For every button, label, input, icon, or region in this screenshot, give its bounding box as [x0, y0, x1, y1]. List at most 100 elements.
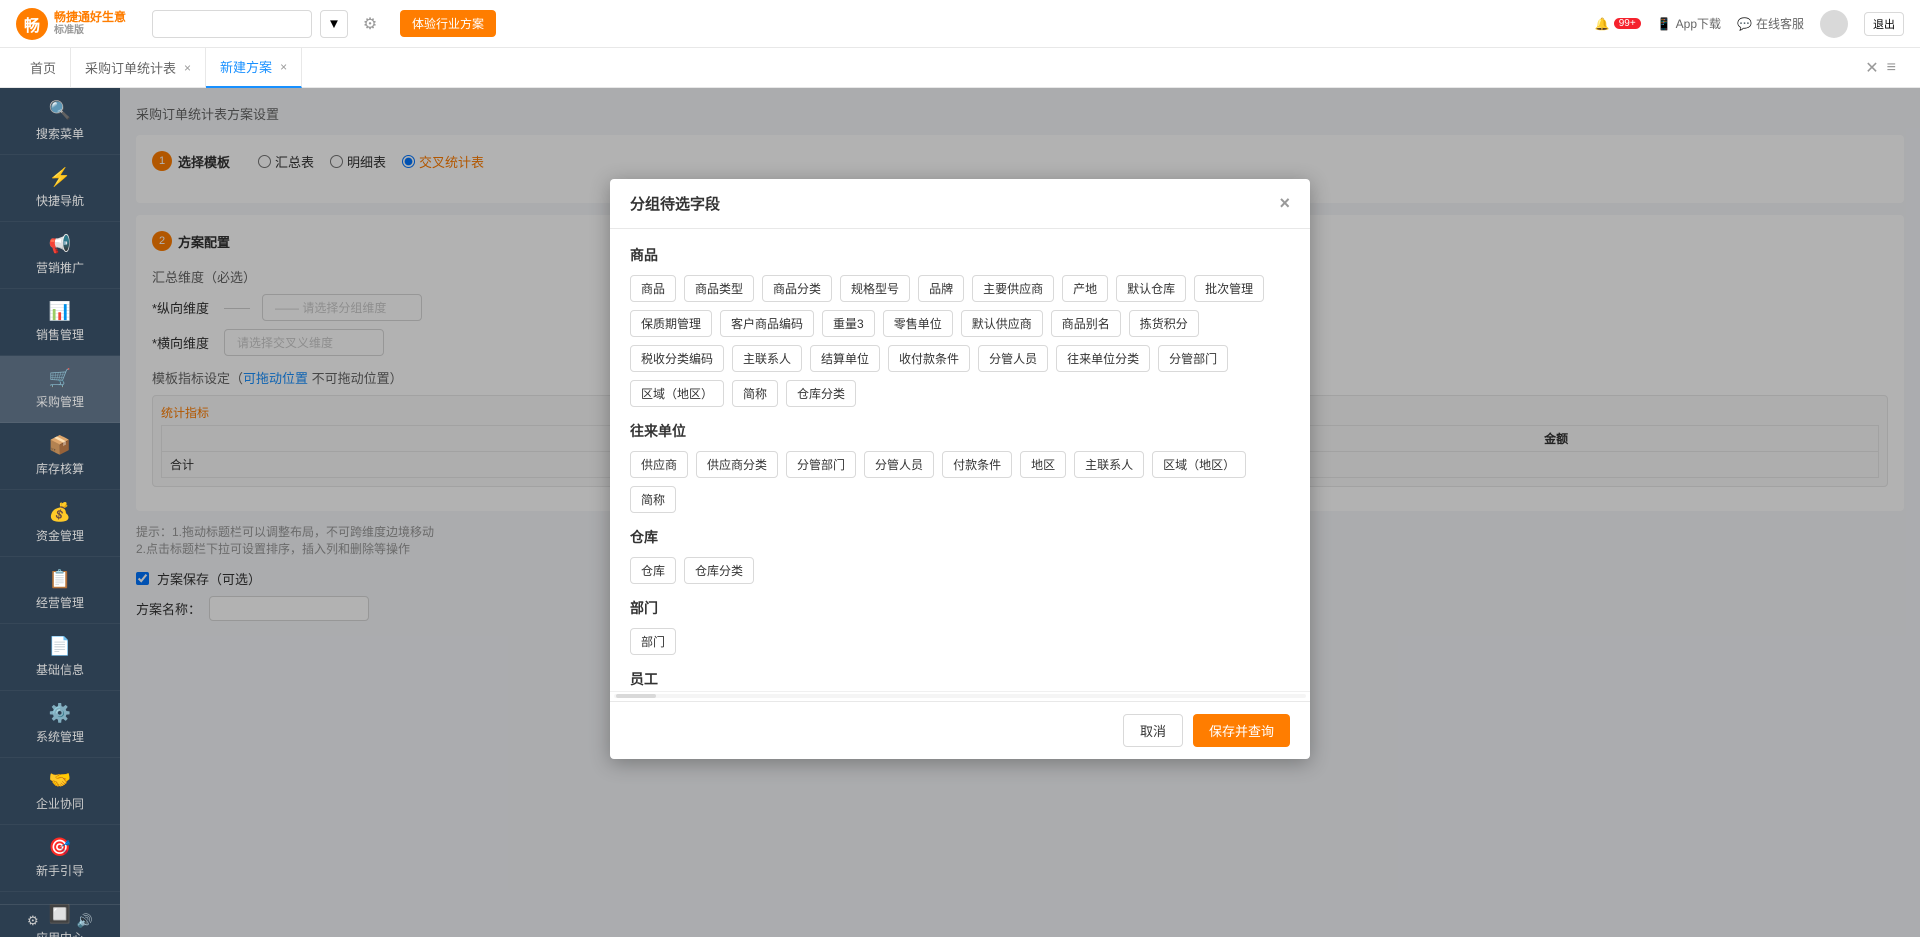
field-product[interactable]: 商品: [630, 275, 676, 302]
close-all-tabs-button[interactable]: ✕: [1865, 58, 1878, 78]
top-nav: 畅 畅捷通好生意 标准版 ▼ ⚙ 体验行业方案 🔔 99+ 📱 App下载 💬 …: [0, 0, 1920, 48]
field-settle-unit[interactable]: 结算单位: [810, 345, 880, 372]
sidebar: 🔍 搜索菜单 ⚡ 快捷导航 📢 营销推广 📊 销售管理 🛒 采购管理 📦 库存核…: [0, 88, 120, 937]
sales-icon: 📊: [49, 301, 71, 322]
sidebar-item-search[interactable]: 🔍 搜索菜单: [0, 88, 120, 155]
modal-scrollbar-h[interactable]: [610, 691, 1310, 700]
field-partner-category[interactable]: 往来单位分类: [1056, 345, 1150, 372]
h-scroll-thumb[interactable]: [616, 694, 656, 698]
field-wh-cat[interactable]: 仓库分类: [684, 557, 754, 584]
field-payment-terms[interactable]: 收付款条件: [888, 345, 970, 372]
field-short-name[interactable]: 简称: [732, 380, 778, 407]
settings-bottom-icon[interactable]: ⚙: [27, 913, 39, 929]
logo-text: 畅捷通好生意 标准版: [54, 10, 126, 36]
tab-close-purchase[interactable]: ×: [184, 61, 191, 75]
modal-body: 商品 商品 商品类型 商品分类 规格型号 品牌 主要供应商 产地 默认仓库 批次…: [610, 229, 1310, 692]
operation-icon: 📋: [49, 569, 71, 590]
sidebar-item-marketing[interactable]: 📢 营销推广: [0, 222, 120, 289]
service-icon: 💬: [1737, 17, 1752, 31]
sidebar-item-basic-info[interactable]: 📄 基础信息: [0, 624, 120, 691]
field-mgmt-dept[interactable]: 分管部门: [1158, 345, 1228, 372]
field-mgmt-dept2[interactable]: 分管部门: [786, 451, 856, 478]
field-retail-unit[interactable]: 零售单位: [883, 310, 953, 337]
section-title-dept: 部门: [630, 598, 1290, 618]
field-spec-model[interactable]: 规格型号: [840, 275, 910, 302]
tab-close-new-plan[interactable]: ×: [280, 60, 287, 74]
app-icon: 📱: [1657, 17, 1672, 31]
field-main-supplier[interactable]: 主要供应商: [972, 275, 1054, 302]
field-region[interactable]: 区域（地区）: [630, 380, 724, 407]
field-default-supplier[interactable]: 默认供应商: [961, 310, 1043, 337]
field-main-contact2[interactable]: 主联系人: [1074, 451, 1144, 478]
section-title-partner: 往来单位: [630, 421, 1290, 441]
field-short-name2[interactable]: 简称: [630, 486, 676, 513]
quicknav-icon: ⚡: [49, 167, 71, 188]
field-weight3[interactable]: 重量3: [822, 310, 875, 337]
sidebar-item-guide[interactable]: 🎯 新手引导: [0, 825, 120, 892]
modal-header: 分组待选字段 ×: [610, 179, 1310, 229]
marketing-icon: 📢: [49, 234, 71, 255]
field-default-warehouse[interactable]: 默认仓库: [1116, 275, 1186, 302]
search-icon: 🔍: [49, 100, 71, 121]
sidebar-item-inventory[interactable]: 📦 库存核算: [0, 423, 120, 490]
partner-fields-grid: 供应商 供应商分类 分管部门 分管人员 付款条件 地区 主联系人 区域（地区） …: [630, 451, 1290, 513]
sidebar-item-purchase[interactable]: 🛒 采购管理: [0, 356, 120, 423]
tabs-menu-button[interactable]: ≡: [1887, 59, 1896, 77]
field-warehouse[interactable]: 仓库: [630, 557, 676, 584]
tab-new-plan[interactable]: 新建方案 ×: [206, 48, 302, 88]
logout-button[interactable]: 退出: [1864, 12, 1904, 36]
finance-icon: 💰: [49, 502, 71, 523]
field-batch-mgmt[interactable]: 批次管理: [1194, 275, 1264, 302]
field-product-type[interactable]: 商品类型: [684, 275, 754, 302]
message-badge: 99+: [1614, 18, 1641, 29]
field-customer-code[interactable]: 客户商品编码: [720, 310, 814, 337]
field-mgmt-person[interactable]: 分管人员: [864, 451, 934, 478]
sidebar-item-enterprise-collab[interactable]: 🤝 企业协同: [0, 758, 120, 825]
message-icon: 🔔: [1595, 17, 1610, 31]
field-supplier-category[interactable]: 供应商分类: [696, 451, 778, 478]
cancel-button[interactable]: 取消: [1123, 714, 1183, 747]
field-manager[interactable]: 分管人员: [978, 345, 1048, 372]
sidebar-item-operation[interactable]: 📋 经营管理: [0, 557, 120, 624]
message-nav[interactable]: 🔔 99+: [1595, 17, 1641, 31]
modal-close-button[interactable]: ×: [1279, 193, 1290, 214]
system-icon: ⚙️: [49, 703, 71, 724]
app-download-nav[interactable]: 📱 App下载: [1657, 15, 1721, 32]
field-region2[interactable]: 区域（地区）: [1152, 451, 1246, 478]
dropdown-button[interactable]: ▼: [320, 10, 348, 38]
search-input[interactable]: [152, 10, 312, 38]
field-product-alias[interactable]: 商品别名: [1051, 310, 1121, 337]
trial-button[interactable]: 体验行业方案: [400, 10, 496, 37]
field-dept[interactable]: 部门: [630, 628, 676, 655]
tab-purchase-stats[interactable]: 采购订单统计表 ×: [71, 48, 206, 88]
field-expiry-mgmt[interactable]: 保质期管理: [630, 310, 712, 337]
gear-icon[interactable]: ⚙: [356, 10, 384, 38]
user-avatar[interactable]: [1820, 10, 1848, 38]
field-wh-category[interactable]: 仓库分类: [786, 380, 856, 407]
online-service-nav[interactable]: 💬 在线客服: [1737, 15, 1804, 32]
section-title-warehouse: 仓库: [630, 527, 1290, 547]
field-payment-cond[interactable]: 付款条件: [942, 451, 1012, 478]
sidebar-item-quicknav[interactable]: ⚡ 快捷导航: [0, 155, 120, 222]
field-main-contact[interactable]: 主联系人: [732, 345, 802, 372]
field-supplier[interactable]: 供应商: [630, 451, 688, 478]
field-brand[interactable]: 品牌: [918, 275, 964, 302]
sidebar-item-finance[interactable]: 💰 资金管理: [0, 490, 120, 557]
modal-title: 分组待选字段: [630, 193, 720, 214]
search-area: ▼ ⚙ 体验行业方案: [152, 10, 496, 38]
sidebar-item-system[interactable]: ⚙️ 系统管理: [0, 691, 120, 758]
warehouse-fields-grid: 仓库 仓库分类: [630, 557, 1290, 584]
logo-icon: 畅: [16, 8, 48, 40]
field-tax-code[interactable]: 税收分类编码: [630, 345, 724, 372]
basic-info-icon: 📄: [49, 636, 71, 657]
sidebar-item-sales[interactable]: 📊 销售管理: [0, 289, 120, 356]
field-area[interactable]: 地区: [1020, 451, 1066, 478]
field-origin[interactable]: 产地: [1062, 275, 1108, 302]
logo-area: 畅 畅捷通好生意 标准版: [16, 8, 136, 40]
field-pick-points[interactable]: 拣货积分: [1129, 310, 1199, 337]
dept-fields-grid: 部门: [630, 628, 1290, 655]
tab-home[interactable]: 首页: [16, 48, 71, 88]
save-query-button[interactable]: 保存并查询: [1193, 714, 1290, 747]
audio-bottom-icon[interactable]: 🔊: [77, 913, 93, 929]
field-product-category[interactable]: 商品分类: [762, 275, 832, 302]
